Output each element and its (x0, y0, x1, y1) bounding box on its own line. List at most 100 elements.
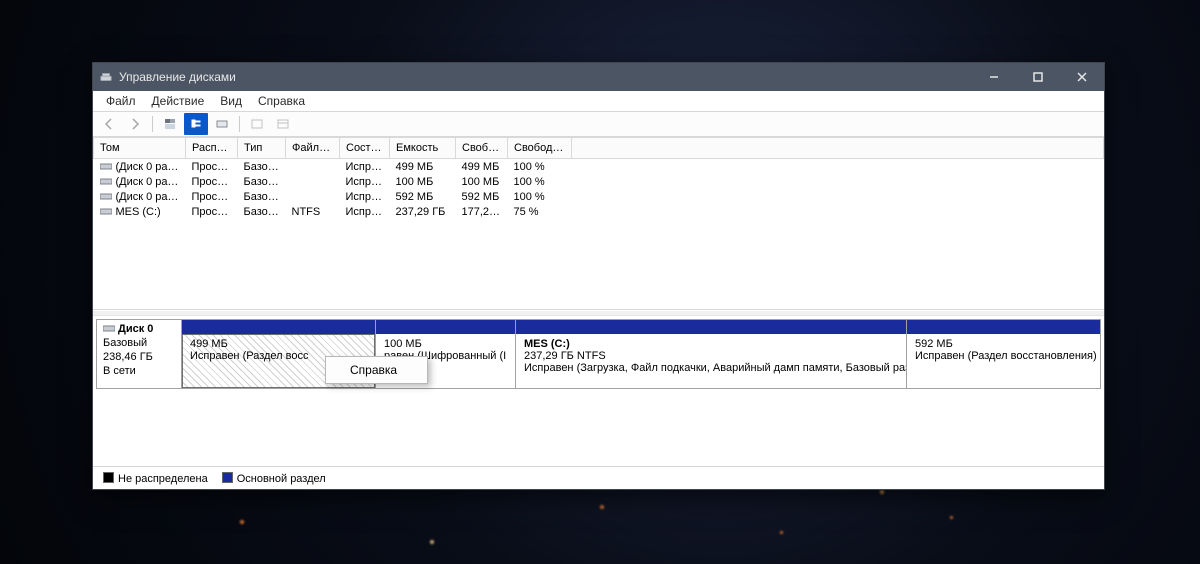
col-spacer (572, 138, 1104, 159)
partition[interactable]: 592 МБИсправен (Раздел восстановления) (907, 320, 1100, 388)
nav-back-button[interactable] (97, 113, 121, 135)
menu-help[interactable]: Справка (251, 93, 312, 109)
disk-label: Диск 0 (118, 323, 153, 335)
disk-info[interactable]: Диск 0 Базовый 238,46 ГБ В сети (97, 320, 182, 388)
col-type[interactable]: Тип (238, 138, 286, 159)
disk-graphical-pane[interactable]: Диск 0 Базовый 238,46 ГБ В сети 499 МБИс… (93, 316, 1104, 466)
disk-icon (103, 323, 115, 333)
col-fs[interactable]: Файлова... (286, 138, 340, 159)
cell-capacity: 100 МБ (390, 174, 456, 189)
cell-freepct: 100 % (508, 174, 572, 189)
cell-layout: Простой (186, 159, 238, 175)
toolbar-separator (239, 116, 240, 132)
context-menu: Справка (325, 356, 428, 384)
volume-row[interactable]: (Диск 0 разде...ПростойБазов...Испра...1… (94, 174, 1104, 189)
action-button-2[interactable] (271, 113, 295, 135)
cell-volume: (Диск 0 разде... (94, 189, 186, 204)
legend-unallocated-label: Не распределена (118, 473, 208, 485)
cell-fs (286, 174, 340, 189)
volume-row[interactable]: (Диск 0 разде...ПростойБазов...Испра...5… (94, 189, 1104, 204)
partition-status: Исправен (Загрузка, Файл подкачки, Авари… (524, 362, 898, 374)
cell-status: Испра... (340, 159, 390, 175)
properties-button[interactable] (184, 113, 208, 135)
volume-row[interactable]: (Диск 0 разде...ПростойБазов...Испра...4… (94, 159, 1104, 175)
col-capacity[interactable]: Емкость (390, 138, 456, 159)
partition-status: Исправен (Раздел восстановления) (915, 350, 1092, 362)
cell-freepct: 100 % (508, 189, 572, 204)
window-title: Управление дисками (119, 70, 236, 84)
cell-type: Базов... (238, 159, 286, 175)
partition-size: 592 МБ (915, 338, 1092, 350)
volume-icon (100, 176, 112, 186)
partition-size: 100 МБ (384, 338, 507, 350)
cell-capacity: 592 МБ (390, 189, 456, 204)
col-free[interactable]: Свобо... (456, 138, 508, 159)
swatch-primary (222, 472, 233, 483)
action-button-1[interactable] (245, 113, 269, 135)
volume-list-pane[interactable]: Том Распол... Тип Файлова... Состоя... Е… (93, 137, 1104, 310)
partition[interactable]: MES (C:)237,29 ГБ NTFSИсправен (Загрузка… (516, 320, 907, 388)
cell-type: Базов... (238, 204, 286, 219)
cell-free: 499 МБ (456, 159, 508, 175)
partition-stripe (376, 320, 515, 334)
cell-volume: MES (C:) (94, 204, 186, 219)
cell-volume: (Диск 0 разде... (94, 174, 186, 189)
cell-layout: Простой (186, 204, 238, 219)
cell-capacity: 499 МБ (390, 159, 456, 175)
disk-kind: Базовый (103, 336, 175, 350)
partition-stripe (516, 320, 906, 334)
cell-volume: (Диск 0 разде... (94, 159, 186, 175)
minimize-button[interactable] (972, 63, 1016, 91)
menu-file[interactable]: Файл (99, 93, 143, 109)
menu-view[interactable]: Вид (213, 93, 249, 109)
maximize-button[interactable] (1016, 63, 1060, 91)
decoration (950, 516, 953, 519)
disk-row: Диск 0 Базовый 238,46 ГБ В сети 499 МБИс… (96, 319, 1101, 389)
volume-table: Том Распол... Тип Файлова... Состоя... Е… (93, 137, 1104, 219)
menu-action[interactable]: Действие (145, 93, 212, 109)
disk-management-window: Управление дисками Файл Действие Вид Спр… (92, 62, 1105, 490)
partition-stripe (907, 320, 1100, 334)
cell-free: 592 МБ (456, 189, 508, 204)
legend-unallocated: Не распределена (103, 472, 208, 485)
app-icon (99, 70, 113, 84)
cell-freepct: 75 % (508, 204, 572, 219)
cell-status: Испра... (340, 189, 390, 204)
cell-freepct: 100 % (508, 159, 572, 175)
cell-fs: NTFS (286, 204, 340, 219)
close-button[interactable] (1060, 63, 1104, 91)
cell-free: 100 МБ (456, 174, 508, 189)
column-header-row[interactable]: Том Распол... Тип Файлова... Состоя... Е… (94, 138, 1104, 159)
refresh-button[interactable] (158, 113, 182, 135)
legend-primary-label: Основной раздел (237, 473, 326, 485)
partition-size: 237,29 ГБ NTFS (524, 350, 898, 362)
legend-primary: Основной раздел (222, 472, 326, 485)
cell-status: Испра... (340, 204, 390, 219)
col-freepct[interactable]: Свободно... (508, 138, 572, 159)
col-status[interactable]: Состоя... (340, 138, 390, 159)
cell-layout: Простой (186, 174, 238, 189)
volume-icon (100, 161, 112, 171)
help-button[interactable] (210, 113, 234, 135)
cell-free: 177,28... (456, 204, 508, 219)
col-layout[interactable]: Распол... (186, 138, 238, 159)
toolbar-separator (152, 116, 153, 132)
partition-title: MES (C:) (524, 338, 898, 350)
col-volume[interactable]: Том (94, 138, 186, 159)
cell-fs (286, 159, 340, 175)
nav-forward-button[interactable] (123, 113, 147, 135)
cell-capacity: 237,29 ГБ (390, 204, 456, 219)
toolbar (93, 112, 1104, 137)
decoration (240, 520, 244, 524)
volume-row[interactable]: MES (C:)ПростойБазов...NTFSИспра...237,2… (94, 204, 1104, 219)
partition-strip: 499 МБИсправен (Раздел восс100 МБравен (… (182, 320, 1100, 388)
volume-icon (100, 191, 112, 201)
partition-size: 499 МБ (190, 338, 367, 350)
context-menu-help[interactable]: Справка (326, 360, 427, 380)
partition-stripe (182, 320, 375, 334)
swatch-unallocated (103, 472, 114, 483)
decoration (600, 505, 604, 509)
decoration (780, 531, 783, 534)
titlebar[interactable]: Управление дисками (93, 63, 1104, 91)
cell-type: Базов... (238, 189, 286, 204)
